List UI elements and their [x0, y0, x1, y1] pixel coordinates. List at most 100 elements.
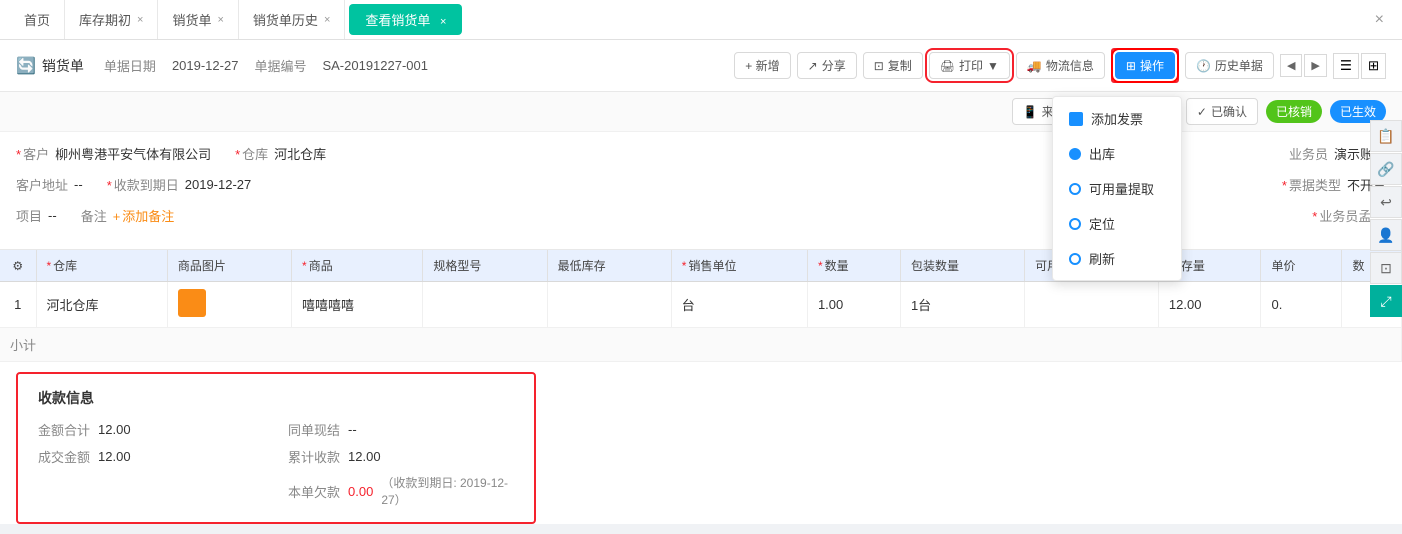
history-icon: 🕐	[1196, 59, 1211, 73]
dropdown-locate[interactable]: 定位	[1053, 206, 1181, 241]
right-tool-return[interactable]: ↩	[1370, 186, 1402, 218]
doc-meta: 单据日期 2019-12-27 单据编号 SA-20191227-001	[104, 56, 428, 75]
doc-icon: 🔄	[16, 56, 36, 76]
balance-note: （收款到期日: 2019-12-27）	[381, 474, 514, 508]
tab-home[interactable]: 首页	[10, 0, 65, 39]
address-field: 客户地址 --	[16, 175, 83, 194]
tab-history-close[interactable]: ×	[324, 14, 330, 26]
logistics-icon: 🚚	[1027, 59, 1042, 73]
right-tool-user[interactable]: 👤	[1370, 219, 1402, 251]
cumulative-value: 12.00	[348, 449, 381, 464]
price-col-header: 单价	[1261, 250, 1342, 282]
doc-header: 🔄 销货单 单据日期 2019-12-27 单据编号 SA-20191227-0…	[0, 40, 1402, 92]
available-label: 可用量提取	[1089, 179, 1154, 198]
row-stock: 12.00	[1158, 282, 1261, 328]
tab-sales-close[interactable]: ×	[217, 14, 223, 26]
cumulative-label: 累计收款	[288, 447, 340, 466]
subtotal-row: 小计	[0, 328, 1402, 362]
due-date-field: 收款到期日 2019-12-27	[107, 175, 252, 194]
new-button[interactable]: + 新增	[734, 52, 790, 79]
tab-view-sales[interactable]: 查看销货单 ×	[349, 4, 462, 35]
refresh-icon	[1069, 253, 1081, 265]
doc-title-group: 🔄 销货单	[16, 56, 84, 76]
locate-label: 定位	[1089, 214, 1115, 233]
amount-total-label: 金额合计	[38, 420, 90, 439]
copy-icon: ⊡	[874, 59, 884, 73]
date-value: 2019-12-27	[172, 58, 239, 73]
nav-arrows: ◀ ▶	[1280, 54, 1327, 77]
right-tool-link[interactable]: 🔗	[1370, 153, 1402, 185]
row-warehouse: 河北仓库	[36, 282, 167, 328]
row-price: 0.	[1261, 282, 1342, 328]
table-row: 1 河北仓库 嘻嘻嘻嘻 台 1.00 1台 12.00 0.	[0, 282, 1402, 328]
view-icons: ☰ ⊞	[1333, 53, 1386, 79]
right-tool-copy[interactable]: 📋	[1370, 120, 1402, 152]
view-grid-button[interactable]: ⊞	[1361, 53, 1386, 79]
operation-dropdown: 添加发票 出库 可用量提取 定位 刷新	[1052, 96, 1182, 281]
project-label: 项目	[16, 206, 42, 225]
tab-inventory[interactable]: 库存期初 ×	[65, 0, 158, 39]
payment-section: 收款信息 金额合计 12.00 同单现结 -- 成交金额 12.00 累计收款 …	[16, 372, 536, 524]
add-note-button[interactable]: 添加备注	[113, 206, 175, 225]
outbound-icon	[1069, 148, 1081, 160]
locate-icon	[1069, 218, 1081, 230]
same-order-item: 同单现结 --	[288, 420, 514, 439]
row-min-stock	[547, 282, 671, 328]
cancelled-badge: 已核销	[1266, 100, 1322, 123]
add-invoice-label: 添加发票	[1091, 109, 1143, 128]
header-actions: + 新增 ↗ 分享 ⊡ 复制 🖨 打印 ▼ 🚚 物流信息 ⊞ 操作	[734, 48, 1386, 83]
customer-field: 客户 柳州粤港平安气体有限公司	[16, 144, 211, 163]
operation-button[interactable]: ⊞ 操作	[1115, 52, 1175, 79]
transaction-label: 成交金额	[38, 447, 90, 466]
print-icon: 🖨	[940, 59, 955, 73]
confirm-button[interactable]: ✓ 已确认	[1186, 98, 1258, 125]
project-field: 项目 --	[16, 206, 57, 225]
tab-inventory-close[interactable]: ×	[137, 14, 143, 26]
right-tools: 📋 🔗 ↩ 👤 ⊡ ⤢	[1370, 120, 1402, 317]
tab-sales[interactable]: 销货单 ×	[158, 0, 238, 39]
dropdown-outbound[interactable]: 出库	[1053, 136, 1181, 171]
date-label: 单据日期	[104, 56, 156, 75]
row-product: 嘻嘻嘻嘻	[292, 282, 423, 328]
address-label: 客户地址	[16, 175, 68, 194]
right-tool-expand[interactable]: ⤢	[1370, 285, 1402, 317]
due-date-label: 收款到期日	[107, 175, 179, 194]
dropdown-refresh[interactable]: 刷新	[1053, 241, 1181, 276]
spec-col-header: 规格型号	[423, 250, 547, 282]
confirm-icon: ✓	[1197, 105, 1207, 119]
print-dropdown-icon: ▼	[987, 59, 999, 73]
refresh-label: 刷新	[1089, 249, 1115, 268]
view-list-button[interactable]: ☰	[1333, 53, 1359, 79]
payment-title: 收款信息	[38, 388, 514, 408]
window-close[interactable]: ×	[1367, 11, 1392, 29]
note-field: 备注 添加备注	[81, 206, 175, 225]
table-header-row: ⚙ 仓库 商品图片 商品 规格型号 最低库存 销售单位 数量 包装数量 可用量 …	[0, 250, 1402, 282]
dropdown-add-invoice[interactable]: 添加发票	[1053, 101, 1181, 136]
number-value: SA-20191227-001	[322, 58, 428, 73]
address-value: --	[74, 177, 83, 192]
share-button[interactable]: ↗ 分享	[797, 52, 857, 79]
tab-sales-history[interactable]: 销货单历史 ×	[239, 0, 345, 39]
copy-button[interactable]: ⊡ 复制	[863, 52, 923, 79]
add-invoice-icon	[1069, 112, 1083, 126]
warehouse-label: 仓库	[235, 144, 268, 163]
sales-unit-col-header: 销售单位	[671, 250, 807, 282]
warehouse-col-header: 仓库	[36, 250, 167, 282]
nav-prev-button[interactable]: ◀	[1280, 54, 1302, 77]
tab-bar: 首页 库存期初 × 销货单 × 销货单历史 × 查看销货单 × ×	[0, 0, 1402, 40]
doc-title: 销货单	[42, 56, 84, 76]
row-spec	[423, 282, 547, 328]
table-wrapper: ⚙ 仓库 商品图片 商品 规格型号 最低库存 销售单位 数量 包装数量 可用量 …	[0, 249, 1402, 362]
form-section: 客户 柳州粤港平安气体有限公司 仓库 河北仓库 业务员 演示账号 客户地址 --…	[0, 132, 1402, 249]
print-button[interactable]: 🖨 打印 ▼	[929, 52, 1010, 79]
tab-view-close[interactable]: ×	[440, 16, 446, 28]
ticket-type-label: 票据类型	[1282, 175, 1341, 194]
product-col-header: 商品	[292, 250, 423, 282]
right-tool-grid[interactable]: ⊡	[1370, 252, 1402, 284]
logistics-button[interactable]: 🚚 物流信息	[1016, 52, 1105, 79]
history-button[interactable]: 🕐 历史单据	[1185, 52, 1274, 79]
nav-next-button[interactable]: ▶	[1304, 54, 1326, 77]
dropdown-available[interactable]: 可用量提取	[1053, 171, 1181, 206]
customer-label: 客户	[16, 144, 49, 163]
operation-highlight: ⊞ 操作	[1111, 48, 1179, 83]
